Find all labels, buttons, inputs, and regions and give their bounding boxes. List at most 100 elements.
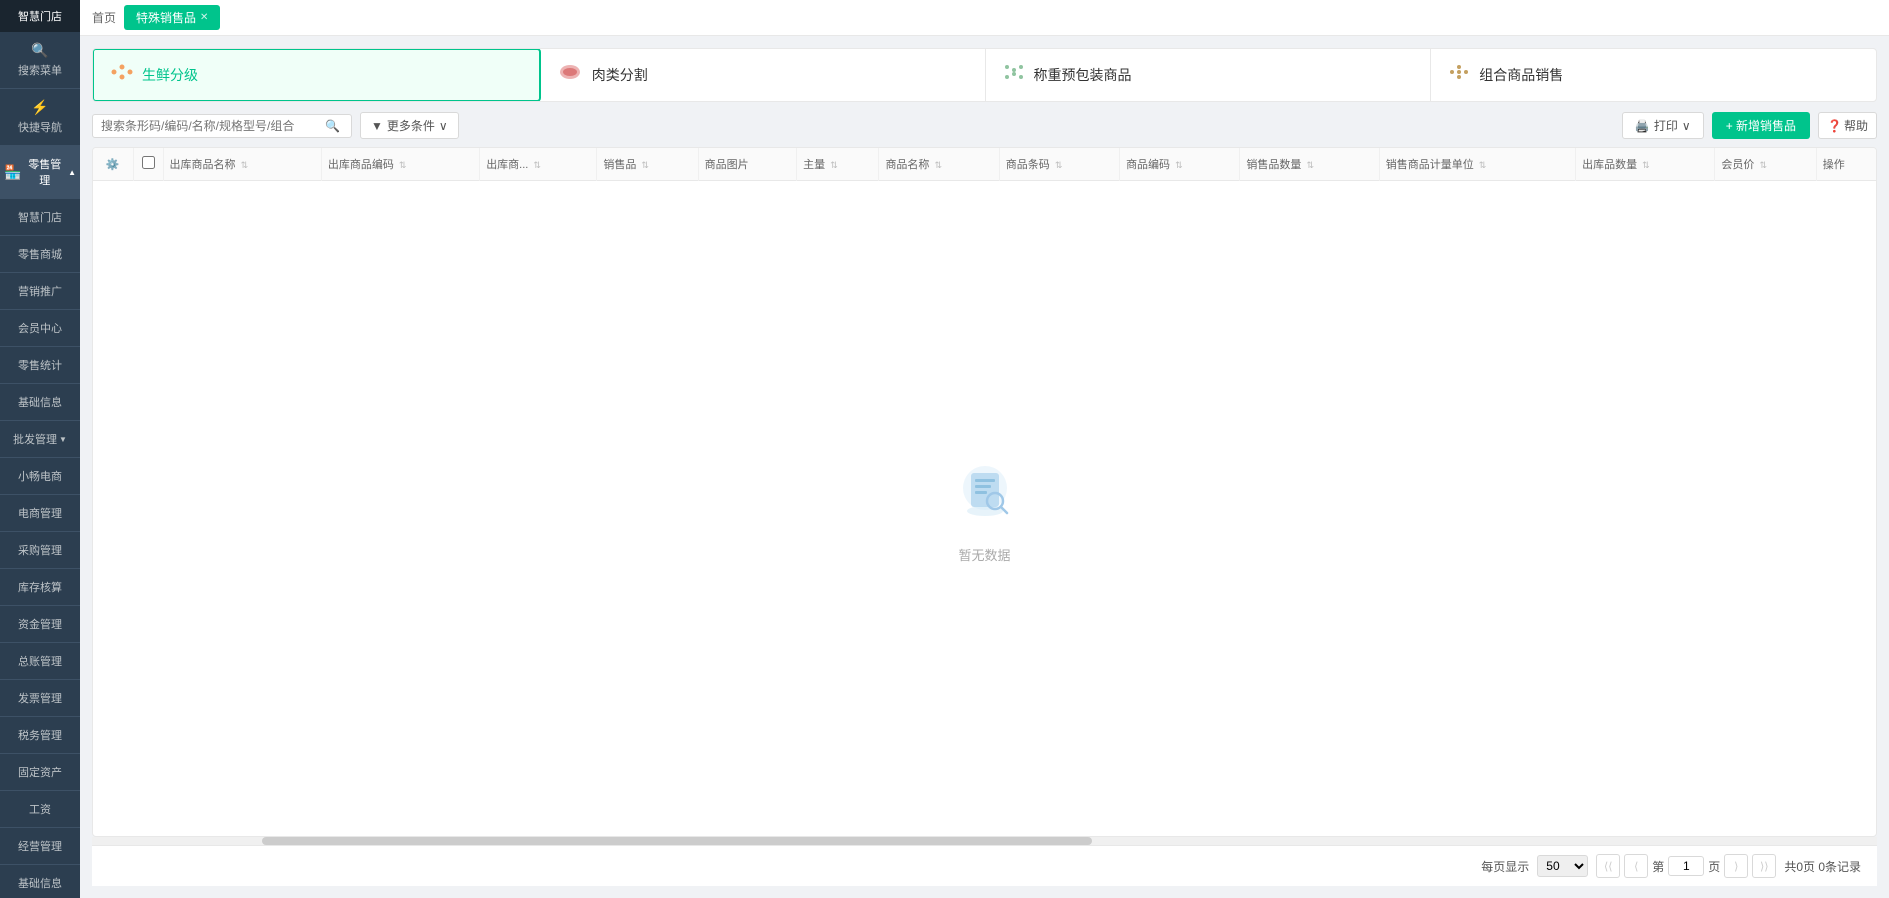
sidebar-item-smart-store[interactable]: 智慧门店 — [0, 199, 80, 236]
search-menu-icon: 🔍 — [31, 42, 48, 59]
page-next-button[interactable]: ⟩ — [1724, 854, 1748, 878]
page-number-input[interactable] — [1668, 856, 1704, 876]
print-arrow-icon: ∨ — [1682, 119, 1691, 133]
th-goods-code[interactable]: 商品编码 ⇅ — [1120, 148, 1240, 181]
retail-mgmt-arrow: ▲ — [68, 168, 76, 177]
page-label-after: 页 — [1708, 858, 1720, 875]
th-out-goods-spec[interactable]: 出库商... ⇅ — [480, 148, 597, 181]
fresh-grading-label: 生鲜分级 — [142, 65, 198, 85]
help-icon: ❓ — [1827, 119, 1842, 133]
sidebar-item-mini-ecommerce[interactable]: 小畅电商 — [0, 458, 80, 495]
toolbar-right: 🖨️ 打印 ∨ + 新增销售品 ❓ 帮助 — [1622, 112, 1877, 139]
func-tab-combo-sales[interactable]: 组合商品销售 — [1431, 49, 1876, 101]
sidebar-item-fixed-assets[interactable]: 固定资产 — [0, 754, 80, 791]
weigh-prepack-icon — [1002, 62, 1026, 88]
wholesale-arrow: ▼ — [59, 435, 67, 444]
func-tab-weigh-prepack[interactable]: 称重预包装商品 — [986, 49, 1432, 101]
th-out-qty[interactable]: 出库品数量 ⇅ — [1576, 148, 1715, 181]
th-sales-item[interactable]: 销售品 ⇅ — [597, 148, 698, 181]
page-first-button[interactable]: ⟨⟨ — [1596, 854, 1620, 878]
meat-cutting-label: 肉类分割 — [592, 65, 648, 85]
th-goods-image[interactable]: 商品图片 — [698, 148, 797, 181]
select-all-checkbox[interactable] — [142, 156, 155, 169]
meat-cutting-icon — [556, 62, 584, 88]
sidebar-item-payroll[interactable]: 工资 — [0, 791, 80, 828]
sidebar-item-retail-mall[interactable]: 零售商城 — [0, 236, 80, 273]
sort-icon-sales-unit: ⇅ — [1479, 160, 1487, 170]
sidebar-item-basic-info[interactable]: 基础信息 — [0, 384, 80, 421]
th-settings[interactable]: ⚙️ — [93, 148, 133, 181]
th-goods-name[interactable]: 商品名称 ⇅ — [879, 148, 999, 181]
th-sales-unit[interactable]: 销售商品计量单位 ⇅ — [1379, 148, 1575, 181]
func-tab-fresh-grading[interactable]: 生鲜分级 — [92, 48, 541, 102]
page-last-button[interactable]: ⟩⟩ — [1752, 854, 1776, 878]
table-wrapper: ⚙️ 出库商品名称 ⇅ 出库商品编码 ⇅ — [92, 147, 1877, 837]
sidebar-item-member-center[interactable]: 会员中心 — [0, 310, 80, 347]
filter-button[interactable]: ▼ 更多条件 ∨ — [360, 112, 459, 139]
sidebar-item-quick-nav[interactable]: ⚡ 快捷导航 — [0, 89, 80, 146]
th-out-goods-code[interactable]: 出库商品编码 ⇅ — [321, 148, 479, 181]
sidebar-item-capital-mgmt[interactable]: 资金管理 — [0, 606, 80, 643]
sort-icon-main-qty: ⇅ — [830, 160, 838, 170]
fresh-grading-icon — [110, 62, 134, 88]
page-nav: ⟨⟨ ⟨ 第 页 ⟩ ⟩⟩ — [1596, 854, 1776, 878]
sidebar-item-invoice-mgmt[interactable]: 发票管理 — [0, 680, 80, 717]
sidebar-item-basic-info2[interactable]: 基础信息 — [0, 865, 80, 898]
tab-close-icon[interactable]: ✕ — [200, 12, 208, 23]
sidebar-item-purchase-mgmt[interactable]: 采购管理 — [0, 532, 80, 569]
sort-icon-goods-code: ⇅ — [1175, 160, 1183, 170]
topbar: 首页 特殊销售品 ✕ — [80, 0, 1889, 36]
page-prev-button[interactable]: ⟨ — [1624, 854, 1648, 878]
th-main-qty[interactable]: 主量 ⇅ — [797, 148, 879, 181]
toolbar-left: 🔍 ▼ 更多条件 ∨ — [92, 112, 459, 139]
sort-icon-goods-name: ⇅ — [935, 160, 943, 170]
sidebar-item-retail-stats[interactable]: 零售统计 — [0, 347, 80, 384]
empty-icon — [945, 453, 1025, 533]
page-size-select[interactable]: 50 100 200 — [1537, 855, 1588, 877]
filter-down-icon: ∨ — [439, 119, 448, 133]
pagination-bar: 每页显示 50 100 200 ⟨⟨ ⟨ 第 页 ⟩ ⟩⟩ 共0页 0条记录 — [92, 845, 1877, 886]
th-goods-barcode[interactable]: 商品条码 ⇅ — [999, 148, 1119, 181]
sidebar-logo: 智慧门店 — [0, 0, 80, 32]
search-icon[interactable]: 🔍 — [325, 119, 340, 133]
sidebar-item-sales-promo[interactable]: 营销推广 — [0, 273, 80, 310]
toolbar: 🔍 ▼ 更多条件 ∨ 🖨️ 打印 ∨ + 新增销售品 ❓ — [92, 112, 1877, 139]
help-button[interactable]: ❓ 帮助 — [1818, 112, 1877, 139]
sidebar-item-inventory[interactable]: 库存核算 — [0, 569, 80, 606]
page-label-before: 第 — [1652, 858, 1664, 875]
sort-icon-out-qty: ⇅ — [1642, 160, 1650, 170]
th-checkbox[interactable] — [133, 148, 163, 181]
hscroll-bar[interactable] — [92, 837, 1877, 845]
sidebar-item-general-ledger[interactable]: 总账管理 — [0, 643, 80, 680]
sidebar-item-search-menu[interactable]: 🔍 搜索菜单 — [0, 32, 80, 89]
total-info: 共0页 0条记录 — [1784, 858, 1861, 875]
sort-icon-sales-item: ⇅ — [641, 160, 649, 170]
topbar-tab-special-sales[interactable]: 特殊销售品 ✕ — [124, 5, 220, 30]
weigh-prepack-label: 称重预包装商品 — [1034, 65, 1132, 85]
empty-text: 暂无数据 — [958, 545, 1010, 564]
sort-icon-member-price: ⇅ — [1759, 160, 1767, 170]
settings-icon[interactable]: ⚙️ — [106, 159, 120, 171]
hscroll-thumb[interactable] — [262, 837, 1092, 845]
sidebar-item-wholesale-mgmt[interactable]: 批发管理 ▼ — [0, 421, 80, 458]
sort-icon-sales-qty: ⇅ — [1306, 160, 1314, 170]
topbar-home[interactable]: 首页 — [92, 9, 116, 26]
sidebar-item-tax-mgmt[interactable]: 税务管理 — [0, 717, 80, 754]
sidebar-item-ops-mgmt[interactable]: 经营管理 — [0, 828, 80, 865]
th-operation: 操作 — [1816, 148, 1876, 181]
th-sales-qty[interactable]: 销售品数量 ⇅ — [1240, 148, 1379, 181]
add-sales-item-button[interactable]: + 新增销售品 — [1712, 112, 1810, 139]
combo-sales-icon — [1447, 62, 1471, 88]
sort-icon-out-goods-name: ⇅ — [241, 160, 249, 170]
sidebar-item-ecommerce-mgmt[interactable]: 电商管理 — [0, 495, 80, 532]
sidebar: 智慧门店 🔍 搜索菜单 ⚡ 快捷导航 🏪 零售管理 ▲ 智慧门店 零售商城 营销… — [0, 0, 80, 898]
search-input[interactable] — [101, 119, 321, 133]
th-out-goods-name[interactable]: 出库商品名称 ⇅ — [163, 148, 321, 181]
sidebar-item-retail-mgmt[interactable]: 🏪 零售管理 ▲ — [0, 146, 80, 199]
func-tab-meat-cutting[interactable]: 肉类分割 — [540, 49, 986, 101]
sort-icon-goods-barcode: ⇅ — [1055, 160, 1063, 170]
print-button[interactable]: 🖨️ 打印 ∨ — [1622, 112, 1704, 139]
search-box[interactable]: 🔍 — [92, 114, 352, 138]
th-member-price[interactable]: 会员价 ⇅ — [1715, 148, 1816, 181]
func-tabs: 生鲜分级 肉类分割 — [92, 48, 1877, 102]
